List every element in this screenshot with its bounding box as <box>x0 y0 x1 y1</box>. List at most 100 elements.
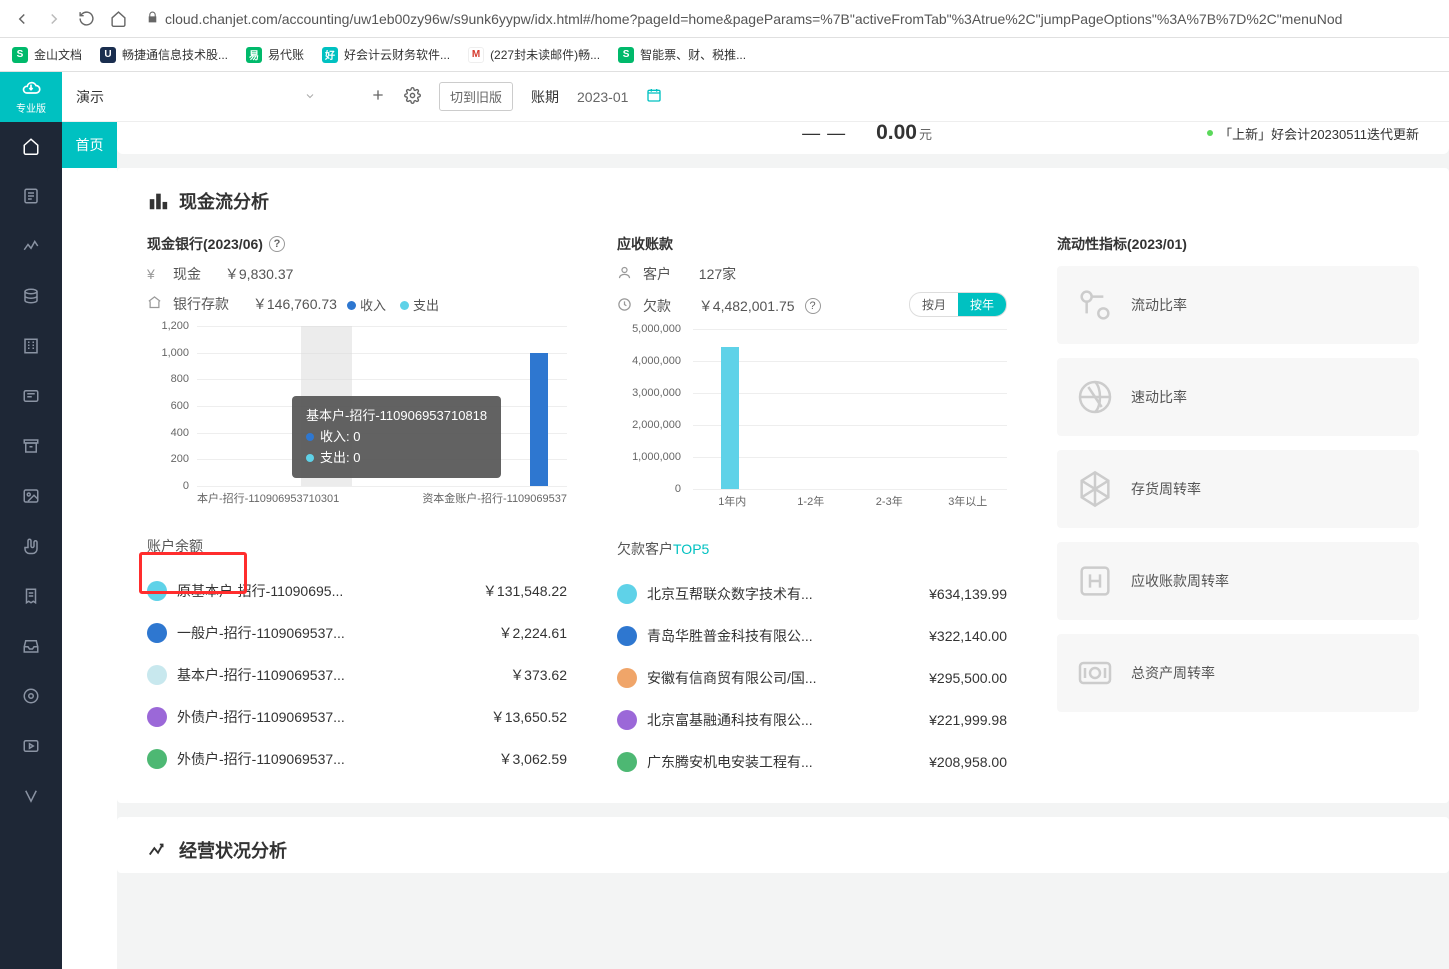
account-row[interactable]: 基本户-招行-1109069537...￥373.62 <box>147 654 567 696</box>
rail-archive-icon[interactable] <box>21 436 41 456</box>
summary-value: 0.00 <box>876 122 917 144</box>
customer-amount: ¥322,140.00 <box>929 628 1007 644</box>
rail-building-icon[interactable] <box>21 336 41 356</box>
account-row[interactable]: 外债户-招行-1109069537... ￥13,650.52 <box>147 696 567 738</box>
metric-icon <box>1075 561 1115 601</box>
bookmark-icon: 易 <box>246 47 262 63</box>
rail-hand-icon[interactable] <box>21 536 41 556</box>
main-content: — — 0.00元 「上新」好会计20230511迭代更新 现金流分析 现金银行… <box>117 122 1449 969</box>
chevron-down-icon <box>304 89 316 105</box>
customer-row[interactable]: 广东腾安机电安装工程有...¥208,958.00 <box>617 741 1007 783</box>
metric-label: 速动比率 <box>1131 387 1187 407</box>
company-selector[interactable]: 演示 <box>62 87 346 107</box>
browser-toolbar: cloud.chanjet.com/accounting/uw1eb00zy96… <box>0 0 1449 38</box>
ar-aging-chart[interactable]: 5,000,000 4,000,000 3,000,000 2,000,000 … <box>617 329 1007 519</box>
rail-receipt-icon[interactable] <box>21 586 41 606</box>
bookmark-item[interactable]: M(227封未读邮件)畅... <box>468 46 600 63</box>
metric-card[interactable]: 流动比率 <box>1057 266 1419 344</box>
bar-chart-icon <box>147 190 169 212</box>
account-badge-icon <box>147 581 167 601</box>
customer-row[interactable]: 北京富基融通科技有限公...¥221,999.98 <box>617 699 1007 741</box>
url-bar[interactable]: cloud.chanjet.com/accounting/uw1eb00zy96… <box>136 4 1441 34</box>
rail-money-icon[interactable] <box>21 286 41 306</box>
metric-icon <box>1075 285 1115 325</box>
account-row[interactable]: 外债户-招行-1109069537...￥3,062.59 <box>147 738 567 780</box>
bookmarks-bar: S金山文档 U畅捷通信息技术股... 易易代账 好好会计云财务软件... M(2… <box>0 38 1449 72</box>
liquidity-heading: 流动性指标(2023/01) <box>1057 234 1419 254</box>
calendar-icon[interactable] <box>646 87 662 106</box>
balance-heading: 账户余额 <box>147 536 567 556</box>
account-name: 外债户-招行-1109069537... <box>177 707 481 727</box>
cashflow-title: 现金流分析 <box>147 188 1419 214</box>
business-title: 经营状况分析 <box>117 817 1449 873</box>
yen-icon: ¥ <box>147 266 163 282</box>
app-topbar: 专业版 演示 切到旧版 账期 2023-01 <box>0 72 1449 122</box>
lock-icon <box>146 11 159 27</box>
cash-bank-chart[interactable]: 1,200 1,000 800 600 400 200 0 <box>147 326 567 516</box>
rail-home-icon[interactable] <box>21 136 41 156</box>
tab-column: 首页 <box>62 122 117 969</box>
rail-tax-icon[interactable] <box>21 386 41 406</box>
cloud-icon <box>20 78 42 98</box>
customer-row[interactable]: 安徽有信商贸有限公司/国...¥295,500.00 <box>617 657 1007 699</box>
metric-card[interactable]: 应收账款周转率 <box>1057 542 1419 620</box>
bookmark-icon: S <box>618 47 634 63</box>
account-amount: ￥13,650.52 <box>491 707 567 727</box>
account-name: 外债户-招行-1109069537... <box>177 749 489 769</box>
rail-video-icon[interactable] <box>21 736 41 756</box>
period-label: 账期 <box>531 87 559 107</box>
plus-icon[interactable] <box>370 87 386 106</box>
period-toggle[interactable]: 按月 按年 <box>909 292 1007 317</box>
bookmark-item[interactable]: S金山文档 <box>12 46 82 63</box>
metric-card[interactable]: 速动比率 <box>1057 358 1419 436</box>
rail-inbox-icon[interactable] <box>21 636 41 656</box>
customer-badge-icon <box>617 752 637 772</box>
customer-row[interactable]: 青岛华胜普金科技有限公... ¥322,140.00 <box>617 615 1007 657</box>
app-logo[interactable]: 专业版 <box>0 72 62 122</box>
customer-badge-icon <box>617 710 637 730</box>
help-icon[interactable]: ? <box>805 298 821 314</box>
metric-card[interactable]: 存货周转率 <box>1057 450 1419 528</box>
account-row[interactable]: 一般户-招行-1109069537...￥2,224.61 <box>147 612 567 654</box>
customer-name: 安徽有信商贸有限公司/国... <box>647 668 919 688</box>
dot-icon <box>1207 130 1213 136</box>
bookmark-item[interactable]: U畅捷通信息技术股... <box>100 46 228 63</box>
nav-back-icon[interactable] <box>8 5 36 33</box>
account-badge-icon <box>147 623 167 643</box>
nav-home-icon[interactable] <box>104 5 132 33</box>
old-version-button[interactable]: 切到旧版 <box>439 82 513 111</box>
left-nav-rail <box>0 122 62 969</box>
ar-bar <box>721 347 739 489</box>
bookmark-item[interactable]: 易易代账 <box>246 46 304 63</box>
metric-card[interactable]: 总资产周转率 <box>1057 634 1419 712</box>
bookmark-icon: U <box>100 47 116 63</box>
toggle-year[interactable]: 按年 <box>958 293 1006 316</box>
rail-settings-icon[interactable] <box>21 686 41 706</box>
bookmark-icon: 好 <box>322 47 338 63</box>
owe-value: ￥4,482,001.75 <box>699 296 795 316</box>
bookmark-item[interactable]: 好好会计云财务软件... <box>322 46 450 63</box>
rail-v-icon[interactable] <box>21 786 41 806</box>
cash-value: ￥9,830.37 <box>225 264 294 284</box>
account-name: 基本户-招行-1109069537... <box>177 665 500 685</box>
metric-icon <box>1075 469 1115 509</box>
help-icon[interactable]: ? <box>269 236 285 252</box>
bookmark-item[interactable]: S智能票、财、税推... <box>618 46 746 63</box>
account-row[interactable]: 原基本户-招行-11090695...￥131,548.22 <box>147 570 567 612</box>
customer-row[interactable]: 北京互帮联众数字技术有...¥634,139.99 <box>617 573 1007 615</box>
cash-bank-heading: 现金银行(2023/06) ? <box>147 234 567 254</box>
nav-reload-icon[interactable] <box>72 5 100 33</box>
account-badge-icon <box>147 749 167 769</box>
bank-icon <box>147 295 163 313</box>
gear-icon[interactable] <box>404 87 421 107</box>
rail-picture-icon[interactable] <box>21 486 41 506</box>
customer-name: 青岛华胜普金科技有限公... <box>647 626 919 646</box>
rail-chart-icon[interactable] <box>21 236 41 256</box>
customer-badge-icon <box>617 626 637 646</box>
period-value[interactable]: 2023-01 <box>577 89 628 105</box>
toggle-month[interactable]: 按月 <box>910 293 958 316</box>
update-notice[interactable]: 「上新」好会计20230511迭代更新 <box>1207 124 1419 143</box>
url-text: cloud.chanjet.com/accounting/uw1eb00zy96… <box>165 11 1342 27</box>
rail-doc-icon[interactable] <box>21 186 41 206</box>
tab-home[interactable]: 首页 <box>62 122 117 168</box>
